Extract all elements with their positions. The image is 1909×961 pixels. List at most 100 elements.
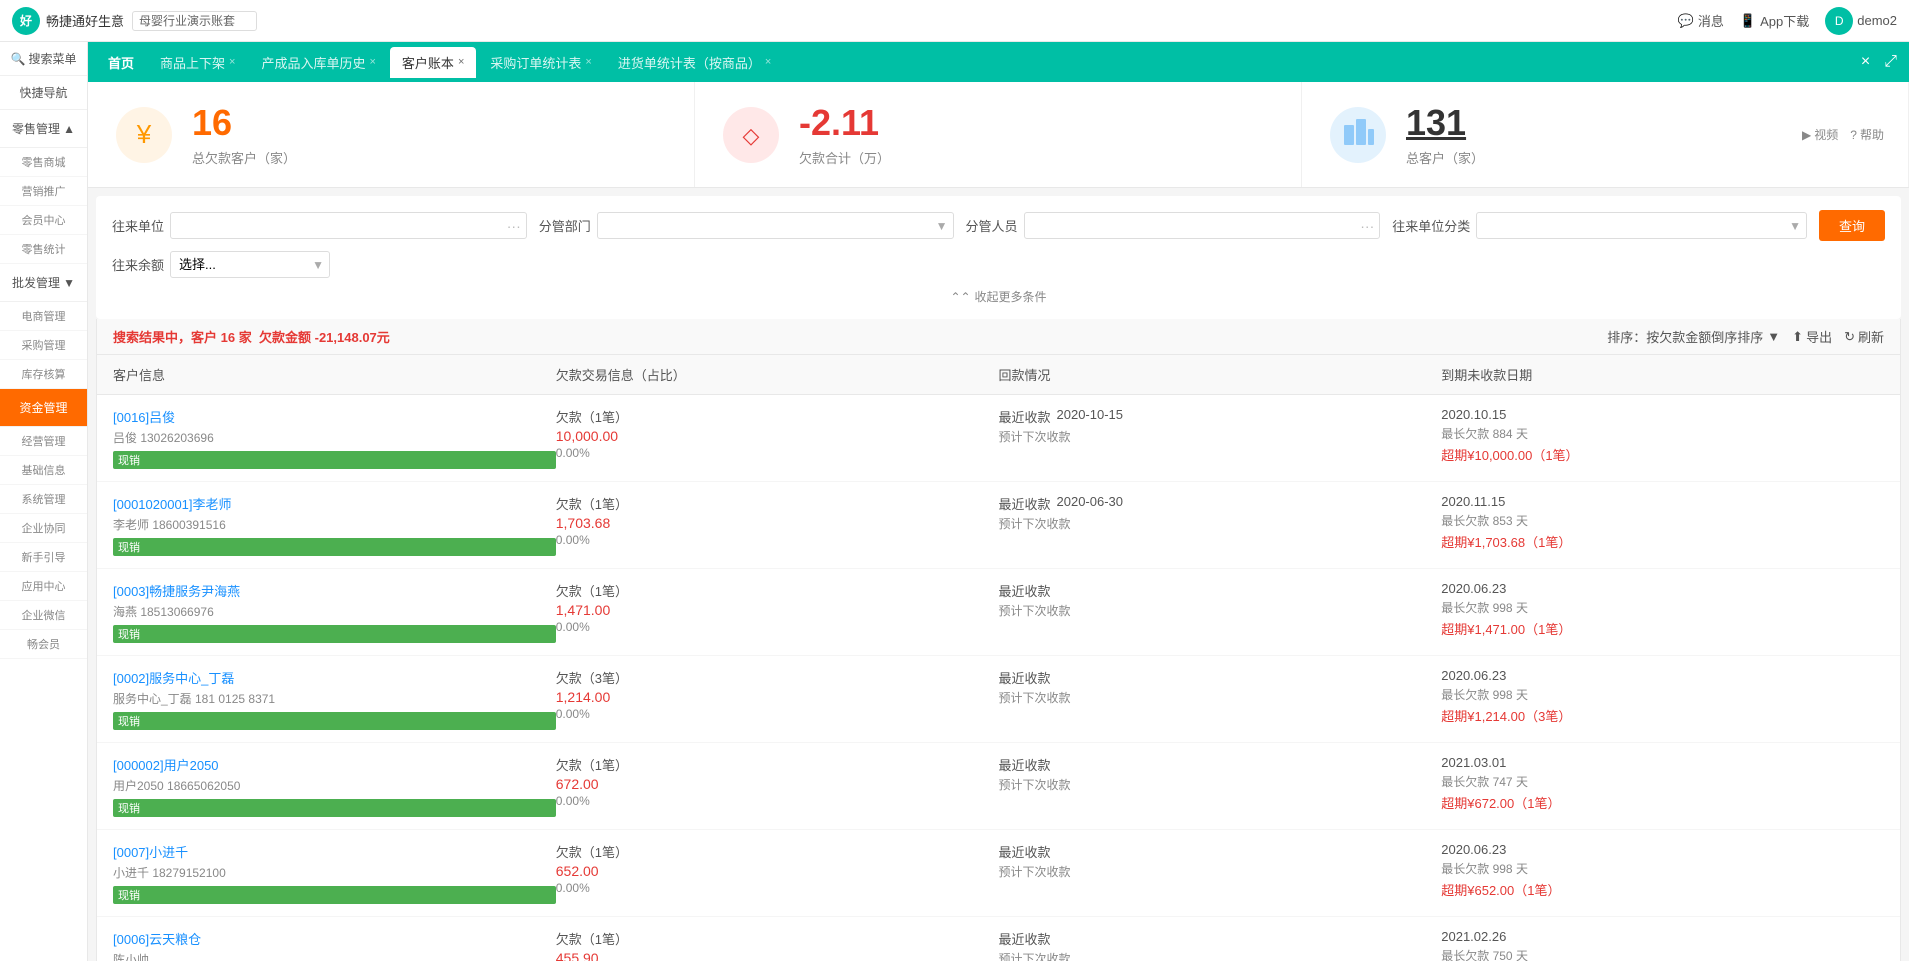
- tab-customer-account[interactable]: 客户账本 ×: [390, 47, 476, 78]
- tab-product-history[interactable]: 产成品入库单历史 ×: [249, 47, 387, 78]
- help-btn[interactable]: ? 帮助: [1850, 126, 1884, 143]
- sidebar-sub-purchase[interactable]: 采购管理: [0, 331, 87, 360]
- refresh-btn[interactable]: ↻ 刷新: [1844, 327, 1884, 346]
- customer-name-link[interactable]: [0007]小进千: [113, 842, 556, 861]
- customer-name-link[interactable]: [0003]畅捷服务尹海燕: [113, 581, 556, 600]
- sidebar-sub-wechat[interactable]: 企业微信: [0, 601, 87, 630]
- debt-ratio: 0.00%: [556, 707, 999, 721]
- debt-ratio: 0.00%: [556, 446, 999, 460]
- from-unit-dots-icon[interactable]: ···: [507, 218, 521, 234]
- video-icon: ▶: [1802, 128, 1811, 142]
- sidebar-sub-enterprise[interactable]: 企业协同: [0, 514, 87, 543]
- filter-dept-select[interactable]: [597, 212, 954, 239]
- search-button[interactable]: 查询: [1819, 210, 1885, 241]
- overdue-info-0006: 2021.02.26 最长欠款 750 天 超期¥455.90（1笔）: [1441, 929, 1884, 961]
- sidebar-sub-business[interactable]: 经营管理: [0, 427, 87, 456]
- svg-text:◇: ◇: [743, 123, 760, 148]
- sidebar-item-quick-nav[interactable]: 快捷导航: [0, 76, 87, 110]
- sidebar-sub-member[interactable]: 会员中心: [0, 206, 87, 235]
- debt-ratio: 0.00%: [556, 794, 999, 808]
- user-menu[interactable]: D demo2: [1825, 7, 1897, 35]
- customer-tag: 现销: [113, 538, 556, 556]
- sidebar-sub-inventory[interactable]: 库存核算: [0, 360, 87, 389]
- customer-name-link[interactable]: [0016]吕俊: [113, 407, 556, 426]
- table-row: [0007]小进千 小进千 18279152100 现销 欠款（1笔） 652.…: [97, 830, 1900, 917]
- debt-info-0002: 欠款（3笔） 1,214.00 0.00%: [556, 668, 999, 721]
- next-payment: 预计下次收款: [999, 428, 1442, 445]
- debt-label: 欠款（1笔）: [556, 755, 999, 774]
- sidebar-item-retail-mgmt[interactable]: 零售管理 ▲: [0, 110, 87, 148]
- filter-remaining-wrapper: 选择... ▼: [170, 251, 330, 278]
- message-icon: 💬: [1678, 13, 1694, 29]
- overdue-date: 2021.03.01: [1441, 755, 1884, 770]
- customer-name-link[interactable]: [000002]用户2050: [113, 755, 556, 774]
- export-btn[interactable]: ⬆ 导出: [1792, 327, 1832, 346]
- filter-remaining-select[interactable]: 选择...: [170, 251, 330, 278]
- overdue-amount-link[interactable]: 超期¥1,703.68（1笔）: [1441, 532, 1884, 551]
- tab-label: 商品上下架: [160, 53, 225, 72]
- customer-tag: 现销: [113, 886, 556, 904]
- filter-from-unit-input[interactable]: [170, 212, 527, 239]
- result-text-prefix: 搜索结果中，客户: [113, 330, 217, 345]
- tab-close-icon[interactable]: ×: [458, 56, 464, 68]
- tab-bar-actions: × ⤢: [1857, 53, 1901, 71]
- sidebar-item-label: 零售管理: [12, 120, 60, 137]
- tab-label: 客户账本: [402, 53, 454, 72]
- expand-btn[interactable]: ⤢: [1880, 53, 1901, 71]
- sidebar-sub-system[interactable]: 系统管理: [0, 485, 87, 514]
- manager-dots-icon[interactable]: ···: [1360, 218, 1374, 234]
- top-bar-left: 好 畅捷通好生意 母婴行业演示账套: [12, 7, 257, 35]
- table-row: [000002]用户2050 用户2050 18665062050 现销 欠款（…: [97, 743, 1900, 830]
- filter-dept-wrapper: ▼: [597, 212, 954, 239]
- chevron-down-icon: ▼: [63, 276, 75, 290]
- customer-name-link[interactable]: [0001020001]李老师: [113, 494, 556, 513]
- close-all-tabs-btn[interactable]: ×: [1857, 53, 1874, 71]
- overdue-amount-link[interactable]: 超期¥1,471.00（1笔）: [1441, 619, 1884, 638]
- overdue-amount-link[interactable]: 超期¥652.00（1笔）: [1441, 880, 1884, 899]
- sidebar-item-capital-mgmt[interactable]: 资金管理: [0, 389, 87, 427]
- filter-manager-input[interactable]: [1024, 212, 1381, 239]
- tab-bar: 首页 商品上下架 × 产成品入库单历史 × 客户账本 × 采购订单统计表 × 进…: [88, 42, 1909, 82]
- sidebar-sub-app-center[interactable]: 应用中心: [0, 572, 87, 601]
- customer-info-0006: [0006]云天粮仓 陈小帅 现销: [113, 929, 556, 961]
- customer-tag: 现销: [113, 451, 556, 469]
- sort-btn[interactable]: 排序：按欠款金额倒序排序 ▼: [1607, 327, 1780, 346]
- col-header-payment: 回款情况: [999, 365, 1442, 384]
- tab-close-icon[interactable]: ×: [765, 56, 771, 68]
- overdue-amount-link[interactable]: 超期¥10,000.00（1笔）: [1441, 445, 1884, 464]
- tab-close-icon[interactable]: ×: [369, 56, 375, 68]
- overdue-amount-link[interactable]: 超期¥1,214.00（3笔）: [1441, 706, 1884, 725]
- overdue-amount-link[interactable]: 超期¥672.00（1笔）: [1441, 793, 1884, 812]
- tab-close-icon[interactable]: ×: [585, 56, 591, 68]
- app-download-btn[interactable]: 📱 App下载: [1740, 11, 1809, 30]
- tab-purchase-order[interactable]: 采购订单统计表 ×: [478, 47, 603, 78]
- filter-unit-category-select[interactable]: [1476, 212, 1807, 239]
- sidebar-search[interactable]: 🔍 搜索菜单: [0, 42, 87, 76]
- sidebar-sub-ecommerce[interactable]: 电商管理: [0, 302, 87, 331]
- collapse-filter-btn[interactable]: ⌃⌃ 收起更多条件: [112, 288, 1885, 305]
- result-info: 搜索结果中，客户 16 家 欠款金额 -21,148.07元: [113, 327, 390, 346]
- view-video-btn[interactable]: ▶ 视频: [1802, 126, 1838, 143]
- sidebar-sub-marketing[interactable]: 营销推广: [0, 177, 87, 206]
- debt-amount: 1,471.00: [556, 602, 999, 618]
- message-btn[interactable]: 💬 消息: [1678, 11, 1724, 30]
- debt-ratio: 0.00%: [556, 620, 999, 634]
- total-customer-label: 总客户（家）: [1406, 148, 1484, 167]
- tab-close-icon[interactable]: ×: [229, 56, 235, 68]
- tab-home[interactable]: 首页: [96, 47, 146, 78]
- card-icon-total: [1326, 103, 1390, 167]
- tab-purchase-stats[interactable]: 进货单统计表（按商品） ×: [606, 47, 783, 78]
- sidebar-item-batch-mgmt[interactable]: 批发管理 ▼: [0, 264, 87, 302]
- customer-name-link[interactable]: [0006]云天粮仓: [113, 929, 556, 948]
- sidebar-sub-retail-mall[interactable]: 零售商城: [0, 148, 87, 177]
- sidebar-sub-vip[interactable]: 畅会员: [0, 630, 87, 659]
- sidebar-sub-retail-stats[interactable]: 零售统计: [0, 235, 87, 264]
- tab-goods-on-off[interactable]: 商品上下架 ×: [148, 47, 247, 78]
- customer-phone: 李老师 18600391516: [113, 516, 556, 533]
- customer-name-link[interactable]: [0002]服务中心_丁磊: [113, 668, 556, 687]
- filter-unit-category-label: 往来单位分类: [1392, 216, 1470, 235]
- store-select[interactable]: 母婴行业演示账套: [132, 11, 257, 31]
- sidebar-sub-newbie[interactable]: 新手引导: [0, 543, 87, 572]
- last-payment: 最近收款: [999, 842, 1442, 861]
- sidebar-sub-basic[interactable]: 基础信息: [0, 456, 87, 485]
